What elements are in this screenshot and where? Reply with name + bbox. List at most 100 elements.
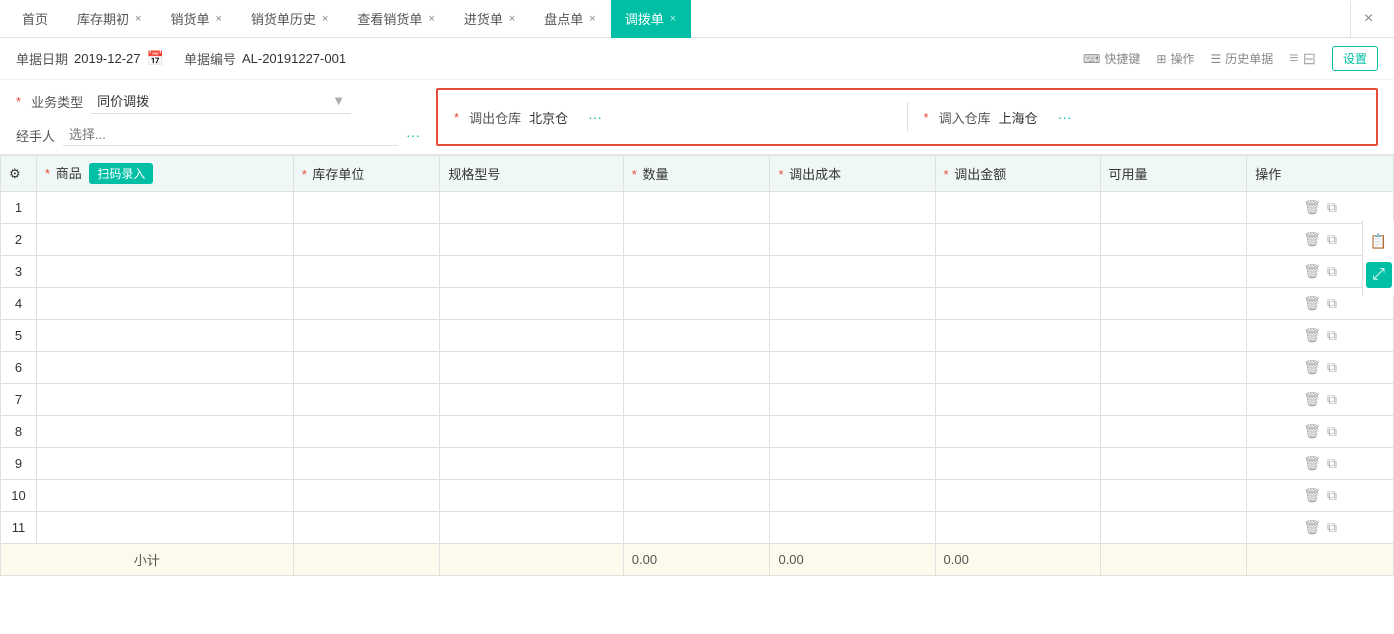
cell-amount[interactable] (935, 416, 1100, 448)
cell-spec[interactable] (440, 256, 623, 288)
table-wrapper[interactable]: ⚙ * 商品 扫码录入 * 库存单位 规格型号 * 数量 (0, 155, 1394, 634)
tab-home[interactable]: 首页 (8, 0, 63, 38)
cell-unit[interactable] (293, 512, 440, 544)
tab-sales-order[interactable]: 销货单 × (156, 0, 236, 38)
cell-spec[interactable] (440, 512, 623, 544)
cell-amount[interactable] (935, 512, 1100, 544)
delete-row-button[interactable]: 🗑 (1300, 197, 1324, 218)
cell-qty[interactable] (623, 320, 770, 352)
cell-amount[interactable] (935, 320, 1100, 352)
cell-qty[interactable] (623, 416, 770, 448)
cell-product[interactable] (37, 512, 294, 544)
cell-qty[interactable] (623, 256, 770, 288)
cell-unit[interactable] (293, 416, 440, 448)
cell-spec[interactable] (440, 416, 623, 448)
cell-amount[interactable] (935, 384, 1100, 416)
shortcuts-button[interactable]: ⌨ 快捷键 (1083, 50, 1140, 67)
scan-input-button[interactable]: 扫码录入 (89, 163, 153, 184)
cell-amount[interactable] (935, 480, 1100, 512)
delete-row-button[interactable]: 🗑 (1300, 357, 1324, 378)
cell-cost[interactable] (770, 288, 935, 320)
cell-cost[interactable] (770, 512, 935, 544)
cell-spec[interactable] (440, 352, 623, 384)
delete-row-button[interactable]: 🗑 (1300, 229, 1324, 250)
cell-spec[interactable] (440, 384, 623, 416)
out-warehouse-more-button[interactable]: ··· (588, 109, 602, 125)
operator-input[interactable] (63, 124, 398, 146)
copy-row-button[interactable]: ⧉ (1324, 453, 1340, 474)
tab-purchase-order-close[interactable]: × (509, 13, 515, 25)
cell-qty[interactable] (623, 448, 770, 480)
cell-unit[interactable] (293, 352, 440, 384)
cell-unit[interactable] (293, 384, 440, 416)
cell-unit[interactable] (293, 192, 440, 224)
cell-cost[interactable] (770, 192, 935, 224)
cell-unit[interactable] (293, 288, 440, 320)
cell-spec[interactable] (440, 448, 623, 480)
calendar-icon[interactable]: 📅 (147, 50, 164, 67)
copy-row-button[interactable]: ⧉ (1324, 229, 1340, 250)
cell-amount[interactable] (935, 192, 1100, 224)
copy-row-button[interactable]: ⧉ (1324, 517, 1340, 538)
cell-product[interactable] (37, 320, 294, 352)
cell-unit[interactable] (293, 320, 440, 352)
operations-button[interactable]: ⊞ 操作 (1156, 50, 1194, 67)
in-warehouse-value[interactable]: 上海仓 (999, 108, 1038, 127)
business-type-select[interactable]: 同价调拨 ▼ (91, 88, 351, 114)
tab-transfer-order-close[interactable]: × (670, 13, 676, 25)
cell-qty[interactable] (623, 224, 770, 256)
copy-row-button[interactable]: ⧉ (1324, 325, 1340, 346)
cell-cost[interactable] (770, 224, 935, 256)
cell-unit[interactable] (293, 224, 440, 256)
cell-qty[interactable] (623, 192, 770, 224)
grid-view-icon[interactable]: ⊟ (1303, 49, 1316, 69)
cell-amount[interactable] (935, 448, 1100, 480)
cell-spec[interactable] (440, 288, 623, 320)
delete-row-button[interactable]: 🗑 (1300, 485, 1324, 506)
copy-row-button[interactable]: ⧉ (1324, 485, 1340, 506)
in-warehouse-more-button[interactable]: ··· (1058, 109, 1072, 125)
cell-amount[interactable] (935, 224, 1100, 256)
cell-product[interactable] (37, 192, 294, 224)
cell-product[interactable] (37, 448, 294, 480)
delete-row-button[interactable]: 🗑 (1300, 517, 1324, 538)
tab-sales-history[interactable]: 销货单历史 × (237, 0, 343, 38)
out-warehouse-value[interactable]: 北京仓 (529, 108, 568, 127)
cell-amount[interactable] (935, 288, 1100, 320)
cell-product[interactable] (37, 384, 294, 416)
cell-cost[interactable] (770, 384, 935, 416)
tab-stocktake-close[interactable]: × (589, 13, 595, 25)
cell-cost[interactable] (770, 320, 935, 352)
cell-spec[interactable] (440, 192, 623, 224)
cell-spec[interactable] (440, 480, 623, 512)
tab-inventory-init-close[interactable]: × (135, 13, 141, 25)
cell-product[interactable] (37, 480, 294, 512)
tab-transfer-order[interactable]: 调拨单 × (611, 0, 691, 38)
cell-qty[interactable] (623, 384, 770, 416)
copy-row-button[interactable]: ⧉ (1324, 261, 1340, 282)
cell-spec[interactable] (440, 224, 623, 256)
th-settings[interactable]: ⚙ (1, 156, 37, 192)
cell-product[interactable] (37, 224, 294, 256)
cell-unit[interactable] (293, 256, 440, 288)
cell-spec[interactable] (440, 320, 623, 352)
cell-product[interactable] (37, 256, 294, 288)
date-value[interactable]: 2019-12-27 (74, 51, 141, 66)
tab-view-sales-close[interactable]: × (428, 13, 434, 25)
copy-row-button[interactable]: ⧉ (1324, 421, 1340, 442)
sidebar-notes-icon[interactable]: 📋 (1366, 228, 1392, 254)
cell-qty[interactable] (623, 512, 770, 544)
cell-qty[interactable] (623, 480, 770, 512)
cell-product[interactable] (37, 416, 294, 448)
cell-qty[interactable] (623, 288, 770, 320)
cell-amount[interactable] (935, 352, 1100, 384)
list-view-icon[interactable]: ≡ (1289, 50, 1298, 68)
delete-row-button[interactable]: 🗑 (1300, 453, 1324, 474)
cell-cost[interactable] (770, 416, 935, 448)
cell-amount[interactable] (935, 256, 1100, 288)
tab-inventory-init[interactable]: 库存期初 × (63, 0, 156, 38)
copy-row-button[interactable]: ⧉ (1324, 357, 1340, 378)
operator-more-button[interactable]: ··· (406, 127, 420, 143)
cell-unit[interactable] (293, 480, 440, 512)
sidebar-expand-icon[interactable]: ⤢ (1366, 262, 1392, 288)
